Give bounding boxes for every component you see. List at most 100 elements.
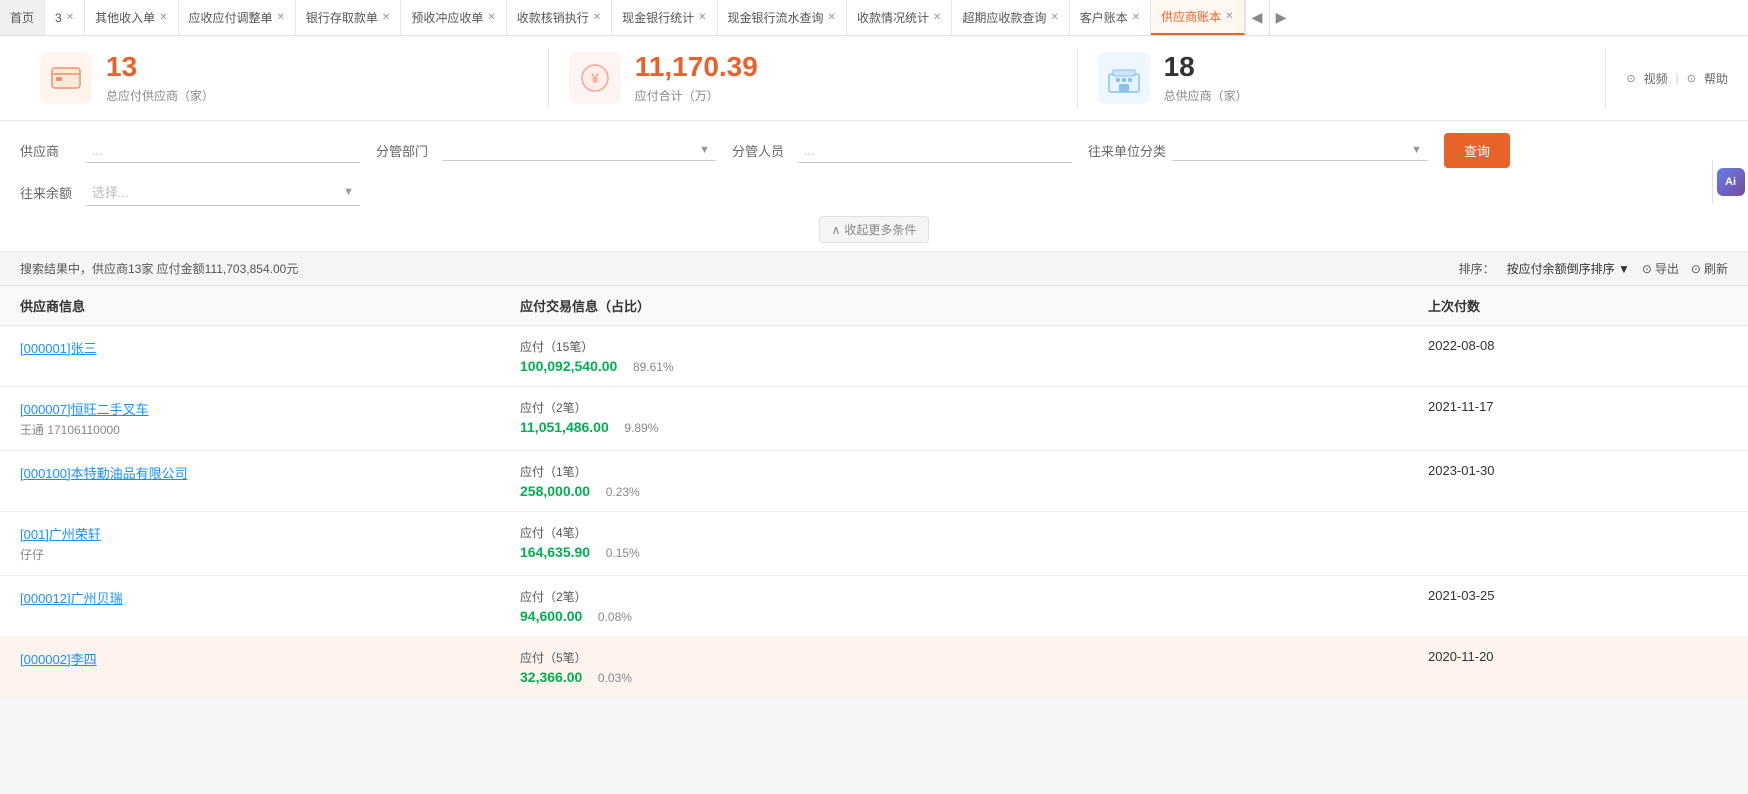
- sort-selector[interactable]: 按应付余额倒序排序 ▼: [1507, 260, 1630, 277]
- filter-row-1: 供应商 分管部门 ▼ 分管人员 往来单位分类 ▼ 查询: [20, 133, 1728, 168]
- close-icon[interactable]: ✕: [1050, 12, 1058, 23]
- collapse-arrow-icon: ∧: [832, 223, 841, 237]
- stat-number-total-payable: 11,170.39: [635, 52, 758, 83]
- close-icon[interactable]: ✕: [1132, 12, 1140, 23]
- supplier-info-cell: [000002]李四: [20, 649, 520, 668]
- table-header: 供应商信息 应付交易信息（占比） 上次付数: [0, 286, 1748, 326]
- export-button[interactable]: ⊙ 导出: [1642, 260, 1679, 277]
- divider: |: [1676, 71, 1679, 85]
- last-payment-date: 2020-11-20: [1428, 649, 1494, 664]
- refresh-icon: ⊙: [1691, 262, 1701, 276]
- last-payment-cell: 2021-11-17: [1428, 399, 1728, 414]
- supplier-name-link[interactable]: [000012]广州贝瑞: [20, 588, 520, 607]
- nav-tab-3[interactable]: 3 ✕: [45, 0, 85, 35]
- payable-amount: 258,000.00: [520, 483, 590, 499]
- close-icon[interactable]: ✕: [828, 12, 836, 23]
- nav-tab-overdue[interactable]: 超期应收款查询 ✕: [952, 0, 1069, 35]
- close-icon[interactable]: ✕: [66, 12, 74, 23]
- chevron-down-icon: ▼: [1411, 144, 1422, 156]
- supplier-input[interactable]: [86, 139, 360, 163]
- supplier-info-cell: [000100]本特勤油品有限公司: [20, 463, 520, 482]
- close-icon[interactable]: ✕: [487, 12, 495, 23]
- nav-tab-cash-stat[interactable]: 现金银行统计 ✕: [612, 0, 717, 35]
- tab-label: 其他收入单: [95, 9, 155, 26]
- supplier-info-cell: [000007]恒旺二手叉车 王通 17106110000: [20, 399, 520, 438]
- payable-info-cell: 应付（2笔） 11,051,486.00 9.89%: [520, 399, 1428, 435]
- nav-tab-collection-stat[interactable]: 收款情况统计 ✕: [847, 0, 952, 35]
- svg-text:¥: ¥: [591, 70, 599, 86]
- tab-label: 银行存取款单: [306, 9, 378, 26]
- ai-sidebar: Ai: [1712, 160, 1748, 204]
- nav-next-arrow[interactable]: ▶: [1269, 0, 1293, 35]
- col-payable-info: 应付交易信息（占比）: [520, 296, 1428, 315]
- stat-label-suppliers-owed: 总应付供应商（家）: [106, 87, 214, 104]
- nav-tab-collection[interactable]: 收款核销执行 ✕: [507, 0, 612, 35]
- person-input[interactable]: [798, 139, 1072, 163]
- query-button[interactable]: 查询: [1444, 133, 1510, 168]
- stat-info-suppliers-owed: 13 总应付供应商（家）: [106, 52, 214, 104]
- close-icon[interactable]: ✕: [593, 12, 601, 23]
- nav-prev-arrow[interactable]: ◀: [1245, 0, 1269, 35]
- supplier-name-link[interactable]: [000007]恒旺二手叉车: [20, 399, 520, 418]
- nav-tab-other-income[interactable]: 其他收入单 ✕: [85, 0, 178, 35]
- chevron-down-icon: ▼: [699, 144, 710, 156]
- table-row[interactable]: [000007]恒旺二手叉车 王通 17106110000 应付（2笔） 11,…: [0, 387, 1748, 451]
- last-payment-cell: 2022-08-08: [1428, 338, 1728, 353]
- col-supplier-info: 供应商信息: [20, 296, 520, 315]
- table-row[interactable]: [000100]本特勤油品有限公司 应付（1笔） 258,000.00 0.23…: [0, 451, 1748, 512]
- supplier-name-link[interactable]: [000100]本特勤油品有限公司: [20, 463, 520, 482]
- nav-tab-prepay[interactable]: 预收冲应收单 ✕: [401, 0, 506, 35]
- close-icon[interactable]: ✕: [1225, 11, 1233, 22]
- payable-amount: 100,092,540.00: [520, 358, 617, 374]
- table-row[interactable]: [000001]张三 应付（15笔） 100,092,540.00 89.61%…: [0, 326, 1748, 387]
- stat-info-total-payable: 11,170.39 应付合计（万）: [635, 52, 758, 104]
- stat-number-total-suppliers: 18: [1164, 52, 1248, 83]
- stat-info-total-suppliers: 18 总供应商（家）: [1164, 52, 1248, 104]
- collapse-button[interactable]: ∧ 收起更多条件: [819, 216, 930, 243]
- tab-label: 现金银行统计: [622, 9, 694, 26]
- stat-card-total-suppliers: 18 总供应商（家）: [1078, 48, 1607, 108]
- tab-label: 超期应收款查询: [962, 9, 1046, 26]
- stat-label-total-suppliers: 总供应商（家）: [1164, 87, 1248, 104]
- ai-button[interactable]: Ai: [1717, 168, 1745, 196]
- close-icon[interactable]: ✕: [933, 12, 941, 23]
- refresh-button[interactable]: ⊙ 刷新: [1691, 260, 1728, 277]
- total-suppliers-icon: [1098, 52, 1150, 104]
- last-payment-cell: 2021-03-25: [1428, 588, 1728, 603]
- close-icon[interactable]: ✕: [159, 12, 167, 23]
- nav-tab-cash-flow[interactable]: 现金银行流水查询 ✕: [718, 0, 847, 35]
- last-payment-date: 2023-01-30: [1428, 463, 1495, 478]
- nav-tab-supplier-ledger[interactable]: 供应商账本 ✕: [1151, 0, 1244, 35]
- tab-label: 供应商账本: [1161, 8, 1221, 25]
- supplier-name-link[interactable]: [001]广州荣轩: [20, 524, 520, 543]
- nav-tab-home[interactable]: 首页: [0, 0, 45, 35]
- help-link[interactable]: 帮助: [1704, 70, 1728, 87]
- payable-amount: 32,366.00: [520, 669, 582, 685]
- col-last-payment: 上次付数: [1428, 296, 1728, 315]
- dept-select[interactable]: ▼: [442, 140, 716, 161]
- close-icon[interactable]: ✕: [698, 12, 706, 23]
- nav-tab-bank[interactable]: 银行存取款单 ✕: [296, 0, 401, 35]
- payable-percent: 0.23%: [606, 485, 640, 499]
- table-row[interactable]: [001]广州荣轩 仔仔 应付（4笔） 164,635.90 0.15%: [0, 512, 1748, 576]
- category-select[interactable]: ▼: [1172, 140, 1428, 161]
- nav-tab-ar-adjust[interactable]: 应收应付调整单 ✕: [179, 0, 296, 35]
- supplier-name-link[interactable]: [000001]张三: [20, 338, 520, 357]
- close-icon[interactable]: ✕: [382, 12, 390, 23]
- table-row[interactable]: [000012]广州贝瑞 应付（2笔） 94,600.00 0.08% 2021…: [0, 576, 1748, 637]
- supplier-owed-icon: [40, 52, 92, 104]
- supplier-name-link[interactable]: [000002]李四: [20, 649, 520, 668]
- stat-card-total-payable: ¥ 11,170.39 应付合计（万）: [549, 48, 1078, 108]
- stat-number-suppliers-owed: 13: [106, 52, 214, 83]
- sort-arrow-icon: ▼: [1618, 262, 1630, 276]
- balance-filter: 往来余额 选择... ▼: [20, 178, 360, 206]
- close-icon[interactable]: ✕: [277, 12, 285, 23]
- category-filter-label: 往来单位分类: [1088, 141, 1166, 160]
- nav-tab-customer-ledger[interactable]: 客户账本 ✕: [1070, 0, 1151, 35]
- supplier-sub-info: 王通 17106110000: [20, 421, 520, 438]
- payable-percent: 9.89%: [624, 421, 658, 435]
- table-row[interactable]: [000002]李四 应付（5笔） 32,366.00 0.03% 2020-1…: [0, 637, 1748, 698]
- sort-label: 排序：: [1459, 260, 1495, 277]
- video-link[interactable]: 视频: [1644, 70, 1668, 87]
- balance-select[interactable]: 选择... ▼: [86, 178, 360, 206]
